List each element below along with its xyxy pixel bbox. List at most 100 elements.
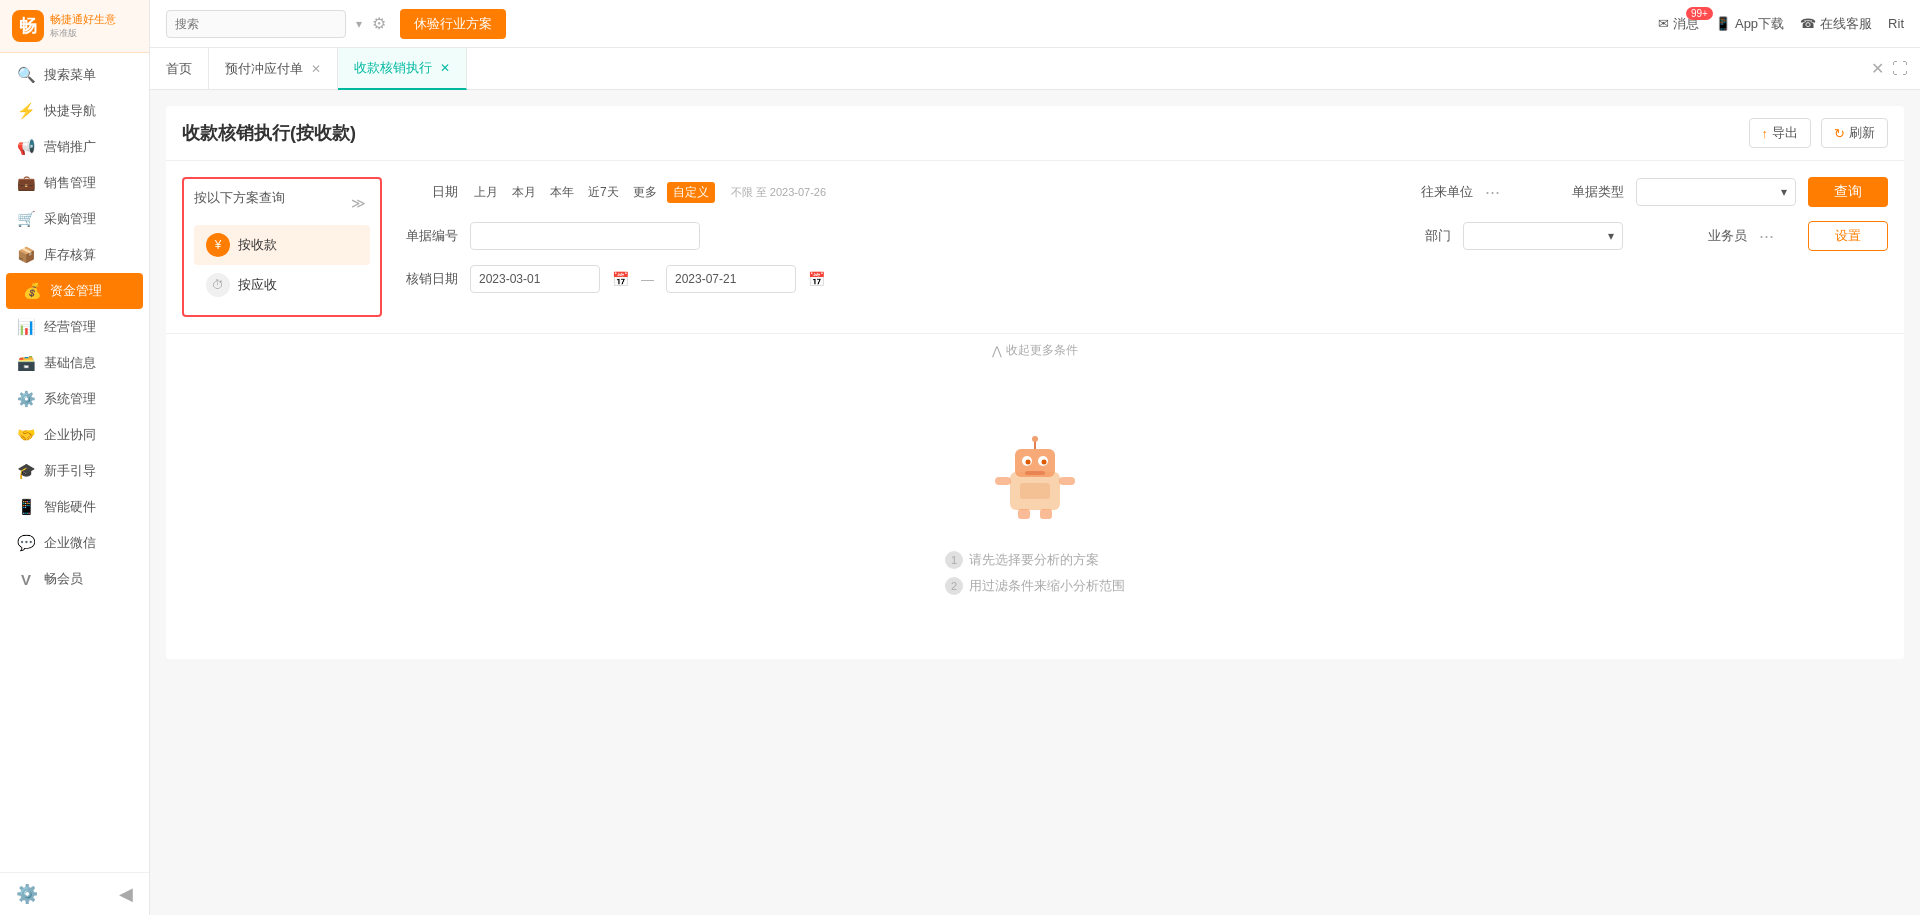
- tab-writeoff[interactable]: 收款核销执行 ✕: [338, 48, 467, 90]
- online-service-button[interactable]: ☎ 在线客服: [1800, 15, 1872, 33]
- tab-prepay[interactable]: 预付冲应付单 ✕: [209, 48, 338, 90]
- dept-select[interactable]: ▾: [1463, 222, 1623, 250]
- collapse-more-button[interactable]: ⋀ 收起更多条件: [992, 342, 1078, 359]
- sidebar-item-sales[interactable]: 💼 销售管理: [0, 165, 149, 201]
- writeoff-calendar-to-icon[interactable]: 📅: [808, 271, 825, 287]
- svg-point-5: [1042, 460, 1047, 465]
- query-by-item-receipt[interactable]: ¥ 按收款: [194, 225, 370, 265]
- refresh-button[interactable]: ↻ 刷新: [1821, 118, 1888, 148]
- logo-icon: 畅: [12, 10, 44, 42]
- shortcut-last-month[interactable]: 上月: [470, 182, 502, 203]
- counterpart-input[interactable]: ···: [1485, 182, 1500, 203]
- empty-tips: 1 请先选择要分析的方案 2 用过滤条件来缩小分析范围: [945, 547, 1125, 599]
- app-download-button[interactable]: 📱 App下载: [1715, 15, 1784, 33]
- shortcut-this-year[interactable]: 本年: [546, 182, 578, 203]
- message-button[interactable]: ✉ 消息 99+: [1658, 15, 1699, 33]
- query-by-receipt-label: 按收款: [238, 236, 277, 254]
- shortcut-7days[interactable]: 近7天: [584, 182, 623, 203]
- sidebar-label-sales: 销售管理: [44, 174, 96, 192]
- user-name[interactable]: Rit: [1888, 16, 1904, 31]
- writeoff-date-to[interactable]: [666, 265, 796, 293]
- shortcut-this-month[interactable]: 本月: [508, 182, 540, 203]
- sidebar-item-search[interactable]: 🔍 搜索菜单: [0, 57, 149, 93]
- voucher-type-select[interactable]: ▾: [1636, 178, 1796, 206]
- voucher-no-input[interactable]: [470, 222, 700, 250]
- sidebar-menu: 🔍 搜索菜单 ⚡ 快捷导航 📢 营销推广 💼 销售管理 🛒 采购管理 📦 库存核…: [0, 53, 149, 872]
- collapse-sidebar-icon[interactable]: ◀: [119, 883, 133, 905]
- logo-text-group: 畅捷通好生意 标准版: [50, 12, 116, 39]
- shortcut-more[interactable]: 更多: [629, 182, 661, 203]
- app-logo: 畅 畅捷通好生意 标准版: [0, 0, 149, 53]
- sidebar-item-operation[interactable]: 📊 经营管理: [0, 309, 149, 345]
- svg-rect-10: [1025, 471, 1045, 475]
- svg-rect-8: [995, 477, 1011, 485]
- close-tab-button[interactable]: ✕: [1871, 59, 1884, 78]
- filter-panel: 按以下方案查询 ≫ ¥ 按收款 ⏱ 按应收 日: [166, 161, 1904, 333]
- query-by-item-receivable[interactable]: ⏱ 按应收: [194, 265, 370, 305]
- sidebar-item-inventory[interactable]: 📦 库存核算: [0, 237, 149, 273]
- export-icon: ↑: [1762, 126, 1769, 141]
- shortcut-custom[interactable]: 自定义: [667, 182, 715, 203]
- collab-icon: 🤝: [16, 426, 36, 444]
- export-button[interactable]: ↑ 导出: [1749, 118, 1812, 148]
- sidebar-item-guide[interactable]: 🎓 新手引导: [0, 453, 149, 489]
- page-title-bar: 收款核销执行(按收款) ↑ 导出 ↻ 刷新: [166, 106, 1904, 161]
- sidebar-item-quicknav[interactable]: ⚡ 快捷导航: [0, 93, 149, 129]
- counterpart-label: 往来单位: [1413, 183, 1473, 201]
- dept-label: 部门: [1391, 227, 1451, 245]
- hardware-icon: 📱: [16, 498, 36, 516]
- date-no-limit: 不限 至 2023-07-26: [731, 185, 826, 200]
- settings-button[interactable]: 设置: [1808, 221, 1888, 251]
- sidebar-label-guide: 新手引导: [44, 462, 96, 480]
- sidebar-item-purchase[interactable]: 🛒 采购管理: [0, 201, 149, 237]
- nav-tabs: 首页 预付冲应付单 ✕ 收款核销执行 ✕ ✕ ⛶: [150, 48, 1920, 90]
- page-title: 收款核销执行(按收款): [182, 121, 356, 145]
- tip-text-2: 用过滤条件来缩小分析范围: [969, 573, 1125, 599]
- sidebar-item-wechat[interactable]: 💬 企业微信: [0, 525, 149, 561]
- query-button[interactable]: 查询: [1808, 177, 1888, 207]
- topbar-chevron-icon[interactable]: ▾: [356, 17, 362, 31]
- sidebar-item-basic[interactable]: 🗃️ 基础信息: [0, 345, 149, 381]
- refresh-icon: ↻: [1834, 126, 1845, 141]
- writeoff-date-from[interactable]: [470, 265, 600, 293]
- maximize-tab-button[interactable]: ⛶: [1892, 60, 1908, 78]
- tip-num-1: 1: [945, 551, 963, 569]
- topbar-search-input[interactable]: [166, 10, 346, 38]
- sales-icon: 💼: [16, 174, 36, 192]
- settings-icon[interactable]: ⚙️: [16, 883, 38, 905]
- sidebar-label-wechat: 企业微信: [44, 534, 96, 552]
- sidebar-item-collab[interactable]: 🤝 企业协同: [0, 417, 149, 453]
- svg-rect-11: [1020, 483, 1050, 499]
- topbar-gear-icon[interactable]: ⚙: [372, 14, 386, 33]
- tip-item-1: 1 请先选择要分析的方案: [945, 547, 1125, 573]
- sidebar-item-finance[interactable]: 💰 资金管理: [6, 273, 143, 309]
- tab-writeoff-close-icon[interactable]: ✕: [440, 61, 450, 75]
- tab-prepay-close-icon[interactable]: ✕: [311, 62, 321, 76]
- svg-rect-13: [1040, 509, 1052, 519]
- sidebar-item-hardware[interactable]: 📱 智能硬件: [0, 489, 149, 525]
- collapse-more-chevron-icon: ⋀: [992, 344, 1002, 358]
- tab-writeoff-label: 收款核销执行: [354, 59, 432, 77]
- collapse-more-label: 收起更多条件: [1006, 342, 1078, 359]
- query-by-collapse-button[interactable]: ≫: [347, 191, 370, 215]
- writeoff-calendar-from-icon[interactable]: 📅: [612, 271, 629, 287]
- topbar-right-actions: ✉ 消息 99+ 📱 App下载 ☎ 在线客服 Rit: [1658, 15, 1904, 33]
- system-icon: ⚙️: [16, 390, 36, 408]
- guide-icon: 🎓: [16, 462, 36, 480]
- svg-point-7: [1032, 436, 1038, 442]
- sidebar-label-operation: 经营管理: [44, 318, 96, 336]
- sidebar-item-member[interactable]: V 畅会员: [0, 561, 149, 597]
- refresh-label: 刷新: [1849, 124, 1875, 142]
- query-by-receivable-label: 按应收: [238, 276, 277, 294]
- quicknav-icon: ⚡: [16, 102, 36, 120]
- writeoff-date-label: 核销日期: [398, 270, 458, 288]
- query-by-panel: 按以下方案查询 ≫ ¥ 按收款 ⏱ 按应收: [182, 177, 382, 317]
- sidebar-item-system[interactable]: ⚙️ 系统管理: [0, 381, 149, 417]
- industry-solution-button[interactable]: 休验行业方案: [400, 9, 506, 39]
- tab-home[interactable]: 首页: [150, 48, 209, 90]
- sidebar-label-finance: 资金管理: [50, 282, 102, 300]
- sidebar-item-marketing[interactable]: 📢 营销推广: [0, 129, 149, 165]
- collapse-more-bar: ⋀ 收起更多条件: [166, 333, 1904, 367]
- business-input[interactable]: ···: [1759, 226, 1774, 247]
- sidebar-label-quicknav: 快捷导航: [44, 102, 96, 120]
